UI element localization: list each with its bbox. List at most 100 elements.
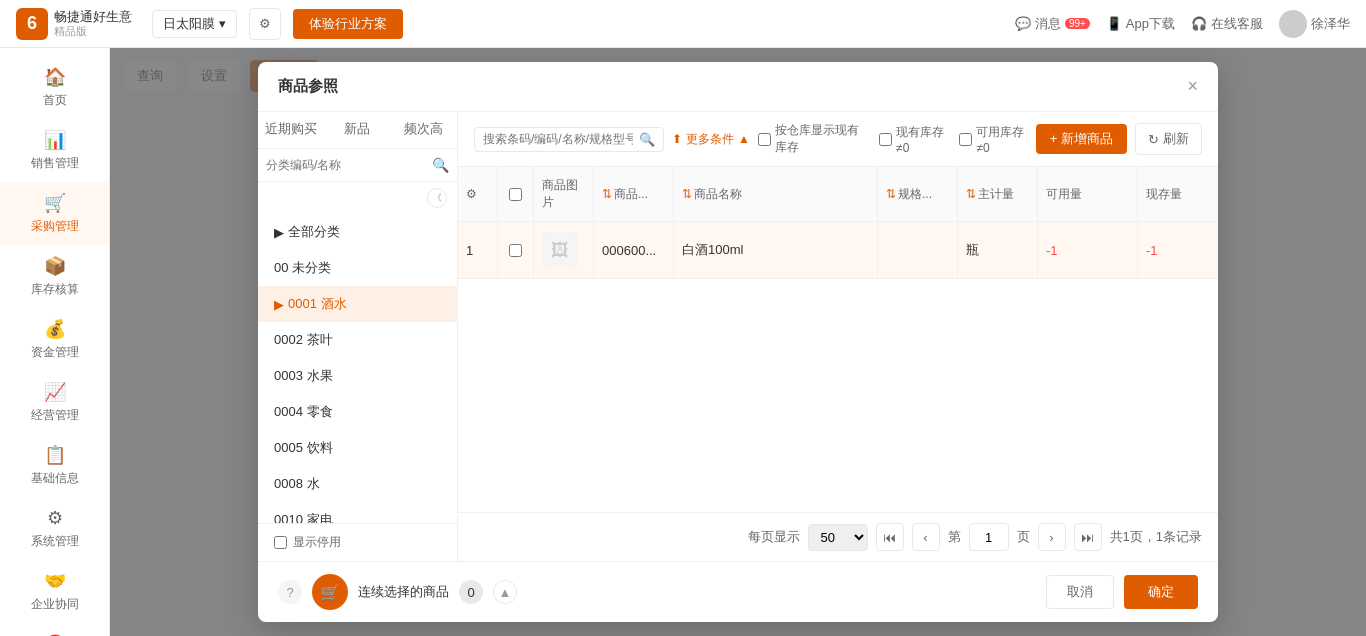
online-service-button[interactable]: 🎧 在线客服 [1191, 15, 1263, 33]
sidebar-item-system[interactable]: ⚙ 系统管理 [0, 497, 109, 560]
available-checkbox[interactable] [879, 133, 892, 146]
user-profile[interactable]: 徐泽华 [1279, 10, 1350, 38]
tab-frequent[interactable]: 频次高 [391, 112, 457, 148]
system-icon: ⚙ [47, 507, 63, 529]
category-item-water[interactable]: 0008 水 [258, 466, 457, 502]
category-item-all[interactable]: ▶ 全部分类 [258, 214, 457, 250]
table-row[interactable]: 1 🖼 000600... [458, 222, 1218, 279]
th-spec[interactable]: ⇅ 规格... [878, 167, 958, 221]
sidebar-item-sales[interactable]: 📊 销售管理 [0, 119, 109, 182]
app-icon: 📱 [1106, 16, 1122, 31]
finance-icon: 💰 [44, 318, 66, 340]
footer-collapse-button[interactable]: ▲ [493, 580, 517, 604]
th-code[interactable]: ⇅ 商品... [594, 167, 674, 221]
per-page-select[interactable]: 50 10 20 100 [808, 524, 868, 551]
sort-icon-spec: ⇅ [886, 187, 896, 201]
nav-selector[interactable]: 日太阳膜 ▾ [152, 10, 237, 38]
sidebar-item-finance[interactable]: 💰 资金管理 [0, 308, 109, 371]
message-button[interactable]: 💬 消息 99+ [1015, 15, 1090, 33]
td-checkbox[interactable] [498, 222, 534, 278]
tab-recent-purchase[interactable]: 近期购买 [258, 112, 324, 148]
sidebar-item-enterprise[interactable]: 🤝 企业协同 [0, 560, 109, 623]
checkbox-group: 按仓库显示现有库存 现有库存≠0 可用库存≠0 [758, 122, 1028, 156]
th-unit[interactable]: ⇅ 主计量 [958, 167, 1038, 221]
cart-icon: 🛒 [320, 583, 340, 602]
category-item-uncategorized[interactable]: 00 未分类 [258, 250, 457, 286]
sidebar-item-inventory[interactable]: 📦 库存核算 [0, 245, 109, 308]
cancel-button[interactable]: 取消 [1046, 575, 1114, 609]
page-number-input[interactable] [969, 523, 1009, 551]
available-checkbox-label[interactable]: 现有库存≠0 [879, 124, 947, 155]
inventory-icon: 📦 [44, 255, 66, 277]
confirm-button[interactable]: 确定 [1124, 575, 1198, 609]
topbar: 6 畅捷通好生意 精品版 日太阳膜 ▾ ⚙ 体验行业方案 💬 消息 99+ 📱 … [0, 0, 1366, 48]
message-icon: 💬 [1015, 16, 1031, 31]
prev-page-button[interactable]: ‹ [912, 523, 940, 551]
search-input-wrap: 🔍 [474, 127, 664, 152]
td-index: 1 [458, 222, 498, 278]
filter-icon: ⬆ [672, 132, 682, 146]
experience-button[interactable]: 体验行业方案 [293, 9, 403, 39]
category-item-liquor[interactable]: ▶ 0001 酒水 [258, 286, 457, 322]
usable-checkbox-label[interactable]: 可用库存≠0 [959, 124, 1027, 155]
search-icon[interactable]: 🔍 [639, 132, 655, 147]
show-disabled-checkbox[interactable] [274, 536, 287, 549]
table-header: ⚙ 商品图片 ⇅ 商品... [458, 167, 1218, 222]
operation-icon: 📈 [44, 381, 66, 403]
avatar [1279, 10, 1307, 38]
sidebar-item-basic[interactable]: 📋 基础信息 [0, 434, 109, 497]
search-bar: 🔍 ⬆ 更多条件 ▲ 按仓库显示现有库存 [458, 112, 1218, 167]
next-page-button[interactable]: › [1038, 523, 1066, 551]
main-content: 查询 设置 C 刷新 商品参照 × 近期购买 [110, 48, 1366, 636]
message-badge: 99+ [1065, 18, 1090, 29]
category-item-tea[interactable]: 0002 茶叶 [258, 322, 457, 358]
sidebar: 🏠 首页 📊 销售管理 🛒 采购管理 📦 库存核算 💰 资金管理 📈 经营管理 … [0, 48, 110, 636]
footer-left: ? 🛒 连续选择的商品 0 ▲ [278, 574, 517, 610]
sort-icon-name: ⇅ [682, 187, 692, 201]
sidebar-item-guide[interactable]: 🎯 新手引导 [0, 623, 109, 636]
logo-text: 畅捷通好生意 精品版 [54, 9, 132, 38]
filter-button[interactable]: ⬆ 更多条件 ▲ [672, 131, 750, 148]
warehouse-checkbox[interactable] [758, 133, 771, 146]
sidebar-item-home[interactable]: 🏠 首页 [0, 56, 109, 119]
sort-icon-unit: ⇅ [966, 187, 976, 201]
td-code: 000600... [594, 222, 674, 278]
cart-button[interactable]: 🛒 [312, 574, 348, 610]
warehouse-checkbox-label[interactable]: 按仓库显示现有库存 [758, 122, 867, 156]
sidebar-item-operation[interactable]: 📈 经营管理 [0, 371, 109, 434]
sidebar-item-purchase[interactable]: 🛒 采购管理 [0, 182, 109, 245]
modal-close-button[interactable]: × [1187, 76, 1198, 97]
logo-icon: 6 [16, 8, 48, 40]
product-image: 🖼 [542, 232, 578, 268]
gear-button[interactable]: ⚙ [249, 8, 281, 40]
usable-checkbox[interactable] [959, 133, 972, 146]
refresh-button[interactable]: ↻ 刷新 [1135, 123, 1202, 155]
show-disabled-label: 显示停用 [293, 534, 341, 551]
logo-area: 6 畅捷通好生意 精品版 [16, 8, 132, 40]
category-item-fruit[interactable]: 0003 水果 [258, 358, 457, 394]
category-tabs: 近期购买 新品 频次高 [258, 112, 457, 149]
th-settings[interactable]: ⚙ [458, 167, 498, 221]
add-product-button[interactable]: + 新增商品 [1036, 124, 1127, 154]
modal-body: 近期购买 新品 频次高 🔍 [258, 112, 1218, 561]
first-page-button[interactable]: ⏮ [876, 523, 904, 551]
help-button[interactable]: ? [278, 580, 302, 604]
product-search-input[interactable] [483, 132, 633, 146]
modal-overlay: 商品参照 × 近期购买 新品 [110, 48, 1366, 636]
category-item-appliance[interactable]: 0010 家电 [258, 502, 457, 523]
th-name[interactable]: ⇅ 商品名称 [674, 167, 878, 221]
category-search-icon[interactable]: 🔍 [432, 157, 449, 173]
app-download-button[interactable]: 📱 App下载 [1106, 15, 1175, 33]
tab-new-product[interactable]: 新品 [324, 112, 390, 148]
last-page-button[interactable]: ⏭ [1074, 523, 1102, 551]
category-item-drink[interactable]: 0005 饮料 [258, 430, 457, 466]
topbar-right: 💬 消息 99+ 📱 App下载 🎧 在线客服 徐泽华 [1015, 10, 1350, 38]
select-all-checkbox[interactable] [509, 188, 522, 201]
category-collapse-button[interactable]: 《 [427, 188, 447, 208]
category-item-snack[interactable]: 0004 零食 [258, 394, 457, 430]
layout: 🏠 首页 📊 销售管理 🛒 采购管理 📦 库存核算 💰 资金管理 📈 经营管理 … [0, 48, 1366, 636]
category-search-input[interactable] [266, 158, 428, 172]
th-checkbox[interactable] [498, 167, 534, 221]
row-checkbox[interactable] [509, 244, 522, 257]
collapse-icon: ▲ [499, 585, 512, 600]
